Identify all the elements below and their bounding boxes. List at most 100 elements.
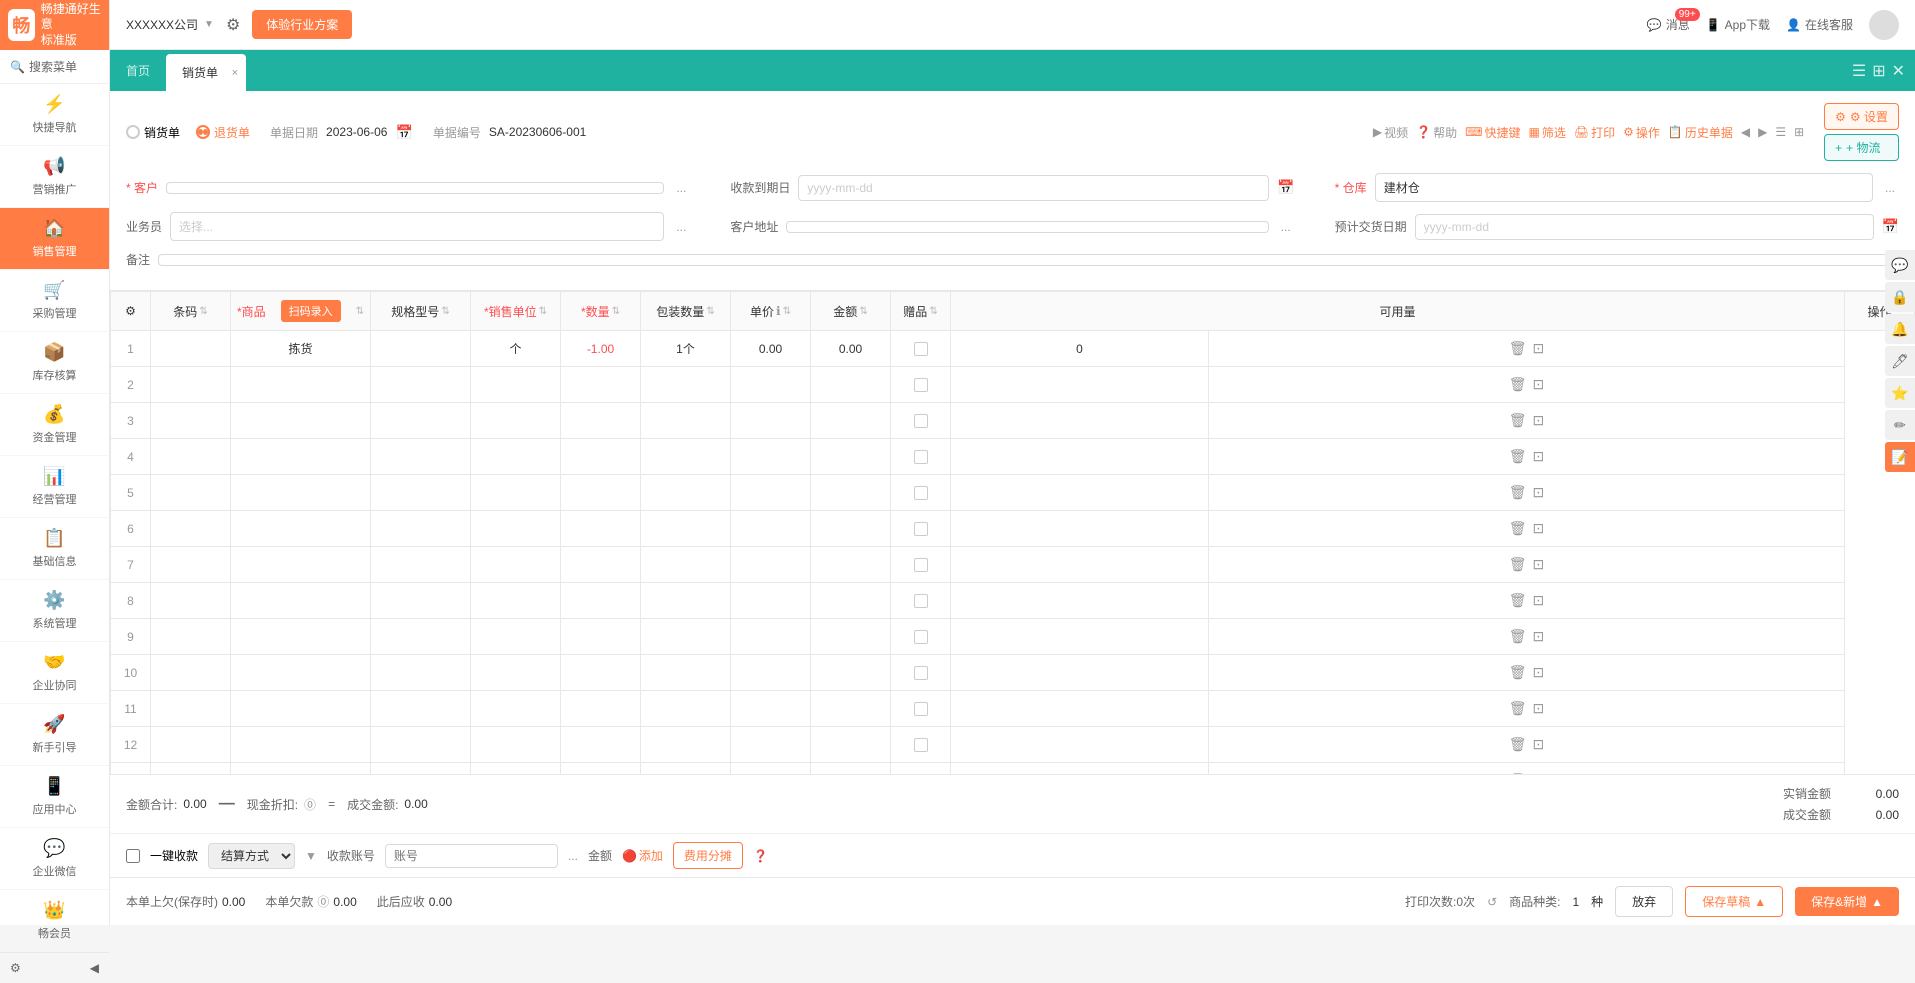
cell-gift-3[interactable] [891, 403, 951, 439]
cell-product-9[interactable] [231, 619, 371, 655]
row-copy-icon-12[interactable]: ⊡ [1532, 736, 1544, 753]
cell-pkg-qty-7[interactable] [641, 547, 731, 583]
cell-barcode-6[interactable] [151, 511, 231, 547]
cell-unit-2[interactable] [471, 367, 561, 403]
row-delete-icon-9[interactable]: 🗑 [1509, 628, 1527, 645]
trial-btn[interactable]: 体验行业方案 [252, 10, 352, 39]
cell-quantity-1[interactable]: -1.00 [561, 331, 641, 367]
form-tool-help[interactable]: ❓ 帮助 [1416, 124, 1457, 141]
cell-unit-6[interactable] [471, 511, 561, 547]
cell-pkg-qty-10[interactable] [641, 655, 731, 691]
product-type-refresh-icon[interactable]: ↺ [1487, 895, 1497, 909]
nav-prev-icon[interactable]: ◀ [1741, 125, 1750, 139]
cell-price-1[interactable]: 0.00 [731, 331, 811, 367]
warehouse-input[interactable]: 建材仓 [1375, 173, 1873, 202]
sidebar-settings-icon[interactable]: ⚙ [10, 961, 21, 975]
cell-amount-13[interactable] [811, 763, 891, 775]
sidebar-item-guide[interactable]: 🚀 新手引导 [0, 704, 109, 766]
cell-unit-7[interactable] [471, 547, 561, 583]
spec-sort-icon[interactable]: ⇅ [441, 306, 449, 317]
cell-price-11[interactable] [731, 691, 811, 727]
price-sort-icon[interactable]: ⇅ [783, 306, 791, 317]
cell-gift-6[interactable] [891, 511, 951, 547]
customer-dots-icon[interactable]: ... [672, 181, 690, 195]
cell-quantity-11[interactable] [561, 691, 641, 727]
payment-date-calendar-icon[interactable]: 📅 [1277, 179, 1294, 196]
cell-price-12[interactable] [731, 727, 811, 763]
account-dots-icon[interactable]: ... [568, 849, 578, 863]
cell-pkg-qty-3[interactable] [641, 403, 731, 439]
cell-barcode-5[interactable] [151, 475, 231, 511]
sidebar-item-marketing[interactable]: 📢 营销推广 [0, 146, 109, 208]
user-avatar[interactable] [1869, 10, 1899, 40]
cell-spec-13[interactable] [371, 763, 471, 775]
cell-unit-8[interactable] [471, 583, 561, 619]
cell-amount-7[interactable] [811, 547, 891, 583]
cell-product-3[interactable] [231, 403, 371, 439]
cell-pkg-qty-12[interactable] [641, 727, 731, 763]
cell-quantity-6[interactable] [561, 511, 641, 547]
cell-price-9[interactable] [731, 619, 811, 655]
cell-price-13[interactable] [731, 763, 811, 775]
row-delete-icon-10[interactable]: 🗑 [1509, 664, 1527, 681]
settings-button[interactable]: ⚙ ⚙ 设置 [1824, 103, 1899, 130]
cell-amount-1[interactable]: 0.00 [811, 331, 891, 367]
cell-amount-11[interactable] [811, 691, 891, 727]
cell-barcode-8[interactable] [151, 583, 231, 619]
window-close-icon[interactable]: ✕ [1892, 61, 1905, 81]
row-copy-icon-1[interactable]: ⊡ [1532, 340, 1544, 357]
pkg-qty-sort-icon[interactable]: ⇅ [706, 306, 714, 317]
sidebar-search[interactable]: 🔍 搜索菜单 [0, 50, 109, 84]
gift-checkbox-8[interactable] [914, 594, 928, 608]
sidebar-item-inventory[interactable]: 📦 库存核算 [0, 332, 109, 394]
cell-barcode-7[interactable] [151, 547, 231, 583]
cell-pkg-qty-2[interactable] [641, 367, 731, 403]
abandon-btn[interactable]: 放弃 [1615, 886, 1673, 917]
cell-unit-1[interactable]: 个 [471, 331, 561, 367]
barcode-sort-icon[interactable]: ⇅ [199, 306, 207, 317]
cell-amount-12[interactable] [811, 727, 891, 763]
cell-quantity-3[interactable] [561, 403, 641, 439]
cell-barcode-2[interactable] [151, 367, 231, 403]
salesperson-input[interactable]: 选择... [170, 212, 664, 241]
cell-gift-8[interactable] [891, 583, 951, 619]
row-copy-icon-8[interactable]: ⊡ [1532, 592, 1544, 609]
doc-owe-help-icon[interactable]: ⓪ [317, 893, 329, 910]
gift-checkbox-4[interactable] [914, 450, 928, 464]
cell-spec-9[interactable] [371, 619, 471, 655]
account-input[interactable] [385, 844, 558, 868]
cell-amount-2[interactable] [811, 367, 891, 403]
app-download-btn[interactable]: 📱 App下载 [1706, 16, 1770, 33]
th-settings[interactable]: ⚙ [111, 292, 151, 331]
row-copy-icon-3[interactable]: ⊡ [1532, 412, 1544, 429]
gift-checkbox-7[interactable] [914, 558, 928, 572]
cell-gift-2[interactable] [891, 367, 951, 403]
cell-gift-13[interactable] [891, 763, 951, 775]
cell-barcode-12[interactable] [151, 727, 231, 763]
cell-barcode-9[interactable] [151, 619, 231, 655]
gift-checkbox-2[interactable] [914, 378, 928, 392]
tab-sales-order[interactable]: 销货单 × [166, 54, 246, 91]
right-panel-btn-1[interactable]: 💬 [1885, 250, 1915, 280]
row-copy-icon-4[interactable]: ⊡ [1532, 448, 1544, 465]
cell-quantity-5[interactable] [561, 475, 641, 511]
cell-spec-10[interactable] [371, 655, 471, 691]
cell-unit-10[interactable] [471, 655, 561, 691]
cell-amount-9[interactable] [811, 619, 891, 655]
cell-quantity-2[interactable] [561, 367, 641, 403]
cell-barcode-11[interactable] [151, 691, 231, 727]
form-tool-history[interactable]: 📋 历史单据 [1668, 124, 1733, 141]
cell-spec-7[interactable] [371, 547, 471, 583]
cell-pkg-qty-5[interactable] [641, 475, 731, 511]
cell-quantity-12[interactable] [561, 727, 641, 763]
doc-date-calendar-icon[interactable]: 📅 [395, 124, 412, 141]
row-delete-icon-7[interactable]: 🗑 [1509, 556, 1527, 573]
row-delete-icon-3[interactable]: 🗑 [1509, 412, 1527, 429]
sidebar-item-finance[interactable]: 💰 资金管理 [0, 394, 109, 456]
one-click-pay-checkbox[interactable] [126, 849, 140, 863]
row-copy-icon-2[interactable]: ⊡ [1532, 376, 1544, 393]
cell-pkg-qty-11[interactable] [641, 691, 731, 727]
discount-help-icon[interactable]: ⓪ [304, 796, 316, 813]
qty-sort-icon[interactable]: ⇅ [612, 306, 620, 317]
cell-amount-8[interactable] [811, 583, 891, 619]
